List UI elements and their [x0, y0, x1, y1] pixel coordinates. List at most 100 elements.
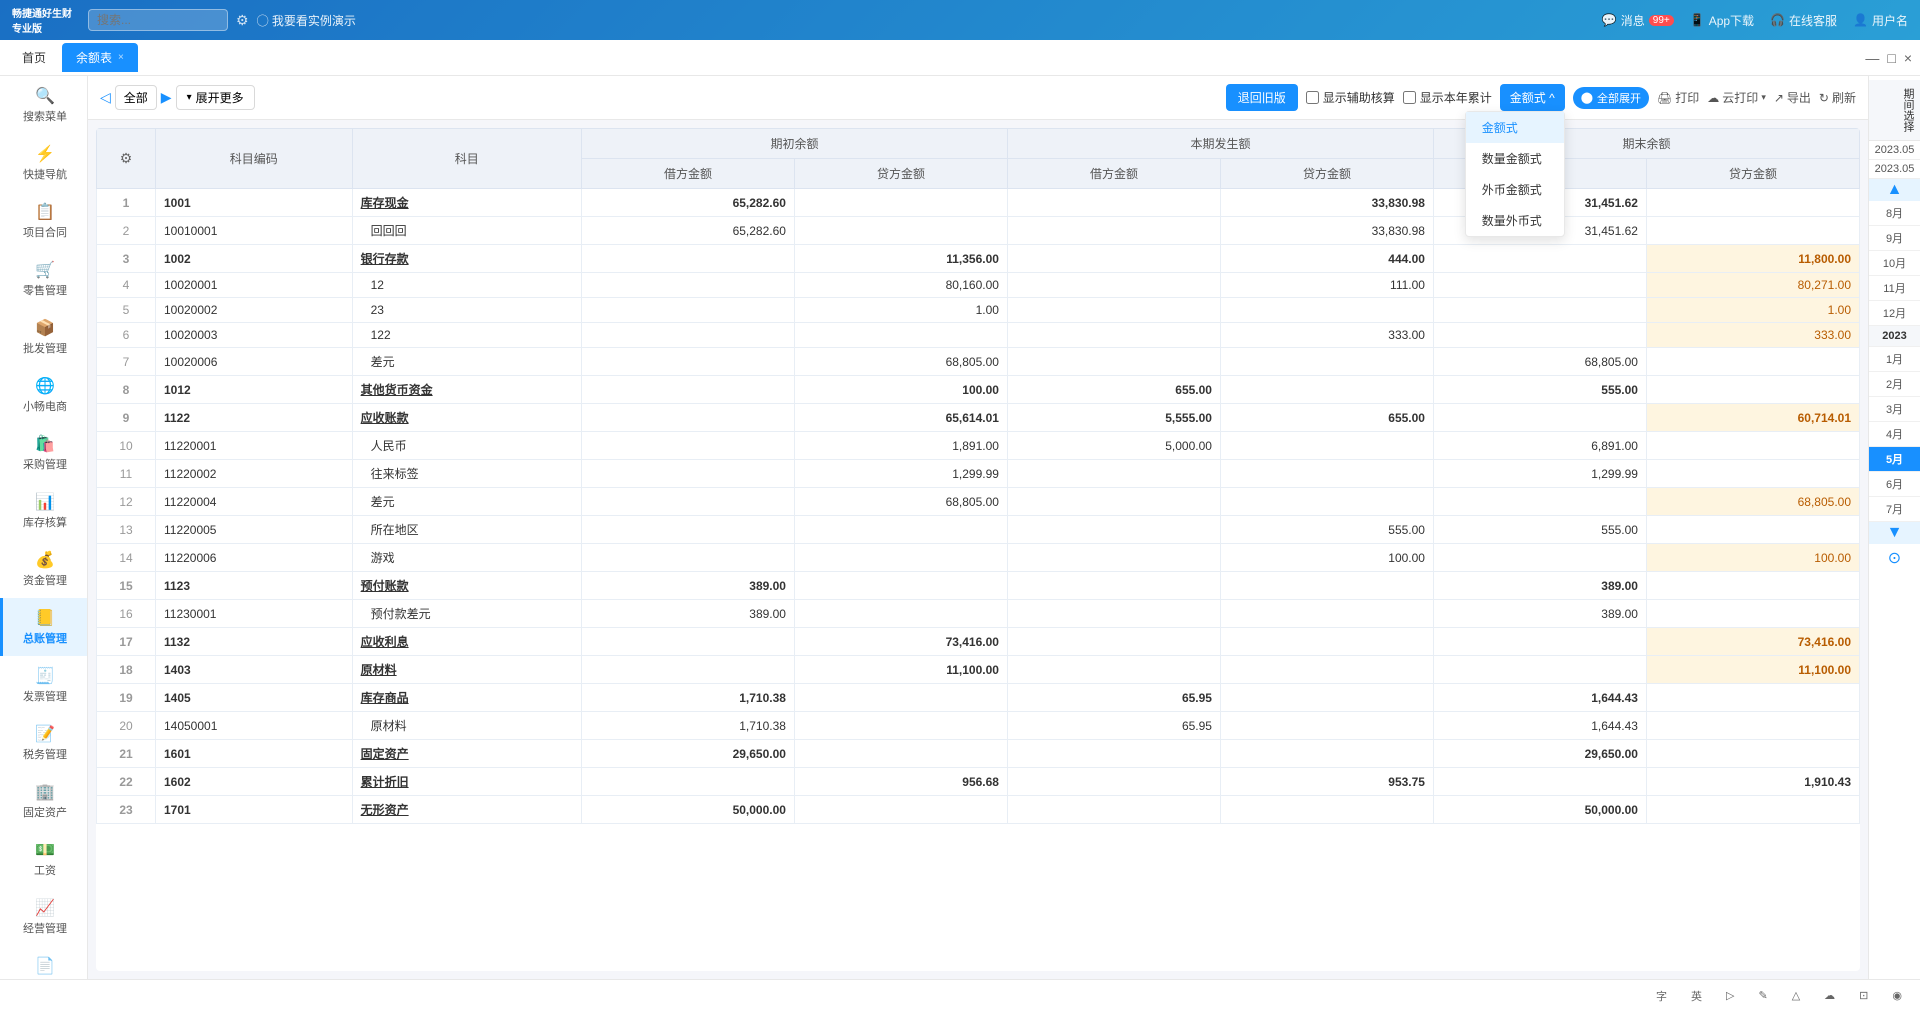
cell-code[interactable]: 1602 [155, 768, 352, 796]
sidebar-item-tax[interactable]: 📝 税务管理 [0, 714, 87, 772]
window-close-icon[interactable]: × [1904, 50, 1912, 66]
period-nav-down[interactable]: ▼ [1869, 522, 1920, 544]
cell-code[interactable]: 11220005 [155, 516, 352, 544]
breadcrumb-left-arrow[interactable]: ◁ [100, 89, 111, 106]
cell-name[interactable]: 12 [352, 273, 581, 298]
month-item[interactable]: 4月 [1869, 422, 1920, 447]
cell-code[interactable]: 11220006 [155, 544, 352, 572]
cell-name[interactable]: 23 [352, 298, 581, 323]
month-item[interactable]: 8月 [1869, 201, 1920, 226]
cell-name[interactable]: 原材料 [352, 656, 581, 684]
table-row[interactable]: 22 1602 累计折旧 956.68 953.75 1,910.43 [97, 768, 1860, 796]
table-row[interactable]: 23 1701 无形资产 50,000.00 50,000.00 [97, 796, 1860, 824]
sidebar-item-finance[interactable]: 💰 资金管理 [0, 540, 87, 598]
cell-code[interactable]: 1132 [155, 628, 352, 656]
bottom-cloud-button[interactable]: ☁ [1818, 987, 1841, 1004]
settings-icon[interactable]: ⚙ [236, 12, 249, 29]
cell-name[interactable]: 预付款差元 [352, 600, 581, 628]
month-item[interactable]: 5月 [1869, 447, 1920, 472]
sidebar-item-purchase[interactable]: 🛍️ 采购管理 [0, 424, 87, 482]
period-selector-label[interactable]: 期间选择 [1869, 80, 1920, 141]
cell-name[interactable]: 应收利息 [352, 628, 581, 656]
table-row[interactable]: 3 1002 银行存款 11,356.00 444.00 11,800.00 [97, 245, 1860, 273]
mode-option-qty-amount[interactable]: 数量金额式 [1466, 143, 1564, 174]
sidebar-item-assets[interactable]: 🏢 固定资产 [0, 772, 87, 830]
sidebar-item-invoice[interactable]: 🧾 发票管理 [0, 656, 87, 714]
bottom-edit-button[interactable]: ✎ [1752, 987, 1773, 1004]
cell-code[interactable]: 1012 [155, 376, 352, 404]
cell-name[interactable]: 应收账款 [352, 404, 581, 432]
table-row[interactable]: 16 11230001 预付款差元 389.00 389.00 [97, 600, 1860, 628]
bottom-zh-button[interactable]: 字 [1650, 986, 1673, 1006]
bottom-circle-button[interactable]: ◉ [1886, 987, 1908, 1004]
message-button[interactable]: 💬 消息 99+ [1602, 12, 1674, 29]
collapse-panel-button[interactable]: ⊙ [1884, 544, 1905, 572]
tab-close-icon[interactable]: × [118, 52, 124, 63]
mode-dropdown-button[interactable]: 金额式 ^ [1500, 84, 1565, 111]
cell-code[interactable]: 1601 [155, 740, 352, 768]
cell-name[interactable]: 人民币 [352, 432, 581, 460]
tab-home[interactable]: 首页 [8, 43, 60, 72]
cell-name[interactable]: 往来标签 [352, 460, 581, 488]
month-item[interactable]: 2月 [1869, 372, 1920, 397]
cell-code[interactable]: 1002 [155, 245, 352, 273]
table-row[interactable]: 13 11220005 所在地区 555.00 555.00 [97, 516, 1860, 544]
cell-code[interactable]: 10020003 [155, 323, 352, 348]
sidebar-item-salary[interactable]: 💵 工资 [0, 830, 87, 888]
export-button[interactable]: ↗ 导出 [1774, 89, 1811, 106]
table-settings-icon[interactable]: ⚙ [120, 150, 133, 166]
user-avatar[interactable]: 👤 用户名 [1853, 12, 1908, 29]
window-minimize-icon[interactable]: — [1865, 50, 1879, 66]
bottom-grid-button[interactable]: ⊡ [1853, 987, 1874, 1004]
month-item[interactable]: 2023 [1869, 326, 1920, 347]
mode-option-foreign-amount[interactable]: 外币金额式 [1466, 174, 1564, 205]
ytd-check-input[interactable] [1403, 91, 1416, 104]
period-nav-up[interactable]: ▲ [1869, 179, 1920, 201]
table-row[interactable]: 14 11220006 游戏 100.00 100.00 [97, 544, 1860, 572]
table-row[interactable]: 2 10010001 回回回 65,282.60 33,830.98 31,45… [97, 217, 1860, 245]
cell-name[interactable]: 所在地区 [352, 516, 581, 544]
cell-name[interactable]: 累计折旧 [352, 768, 581, 796]
sidebar-item-project[interactable]: 📋 项目合同 [0, 192, 87, 250]
sidebar-item-wholesale[interactable]: 📦 批发管理 [0, 308, 87, 366]
cell-code[interactable]: 10020002 [155, 298, 352, 323]
refresh-button[interactable]: ↻ 刷新 [1819, 89, 1856, 106]
cell-code[interactable]: 11220001 [155, 432, 352, 460]
sidebar-item-operations[interactable]: 📈 经营管理 [0, 888, 87, 946]
month-item[interactable]: 12月 [1869, 301, 1920, 326]
return-old-version-button[interactable]: 退回旧版 [1226, 84, 1298, 111]
month-item[interactable]: 9月 [1869, 226, 1920, 251]
cell-name[interactable]: 预付账款 [352, 572, 581, 600]
table-row[interactable]: 15 1123 预付账款 389.00 389.00 [97, 572, 1860, 600]
aux-check-input[interactable] [1306, 91, 1319, 104]
cell-code[interactable]: 11230001 [155, 600, 352, 628]
col-settings[interactable]: ⚙ [97, 129, 156, 189]
cell-name[interactable]: 回回回 [352, 217, 581, 245]
month-item[interactable]: 11月 [1869, 276, 1920, 301]
table-row[interactable]: 10 11220001 人民币 1,891.00 5,000.00 6,891.… [97, 432, 1860, 460]
month-item[interactable]: 6月 [1869, 472, 1920, 497]
mode-option-qty-foreign[interactable]: 数量外币式 [1466, 205, 1564, 236]
cell-name[interactable]: 差元 [352, 348, 581, 376]
all-accounts-button[interactable]: 全部 [115, 85, 157, 110]
cell-code[interactable]: 1701 [155, 796, 352, 824]
table-row[interactable]: 1 1001 库存现金 65,282.60 33,830.98 31,451.6… [97, 189, 1860, 217]
month-item[interactable]: 7月 [1869, 497, 1920, 522]
online-service-button[interactable]: 🎧 在线客服 [1770, 12, 1837, 29]
window-maximize-icon[interactable]: □ [1887, 50, 1895, 66]
cell-name[interactable]: 游戏 [352, 544, 581, 572]
sidebar-item-quick-nav[interactable]: ⚡ 快捷导航 [0, 134, 87, 192]
cell-code[interactable]: 1405 [155, 684, 352, 712]
expand-more-button[interactable]: ▾ 展开更多 [176, 85, 255, 110]
table-row[interactable]: 7 10020006 差元 68,805.00 68,805.00 [97, 348, 1860, 376]
table-row[interactable]: 5 10020002 23 1.00 1.00 [97, 298, 1860, 323]
cell-name[interactable]: 原材料 [352, 712, 581, 740]
cell-code[interactable]: 14050001 [155, 712, 352, 740]
sidebar-item-ecommerce[interactable]: 🌐 小畅电商 [0, 366, 87, 424]
table-row[interactable]: 19 1405 库存商品 1,710.38 65.95 1,644.43 [97, 684, 1860, 712]
cell-name[interactable]: 其他货币资金 [352, 376, 581, 404]
month-item[interactable]: 1月 [1869, 347, 1920, 372]
bottom-play-button[interactable]: ▷ [1720, 987, 1740, 1004]
table-row[interactable]: 20 14050001 原材料 1,710.38 65.95 1,644.43 [97, 712, 1860, 740]
print-button[interactable]: 🖨 打印 [1657, 89, 1699, 106]
